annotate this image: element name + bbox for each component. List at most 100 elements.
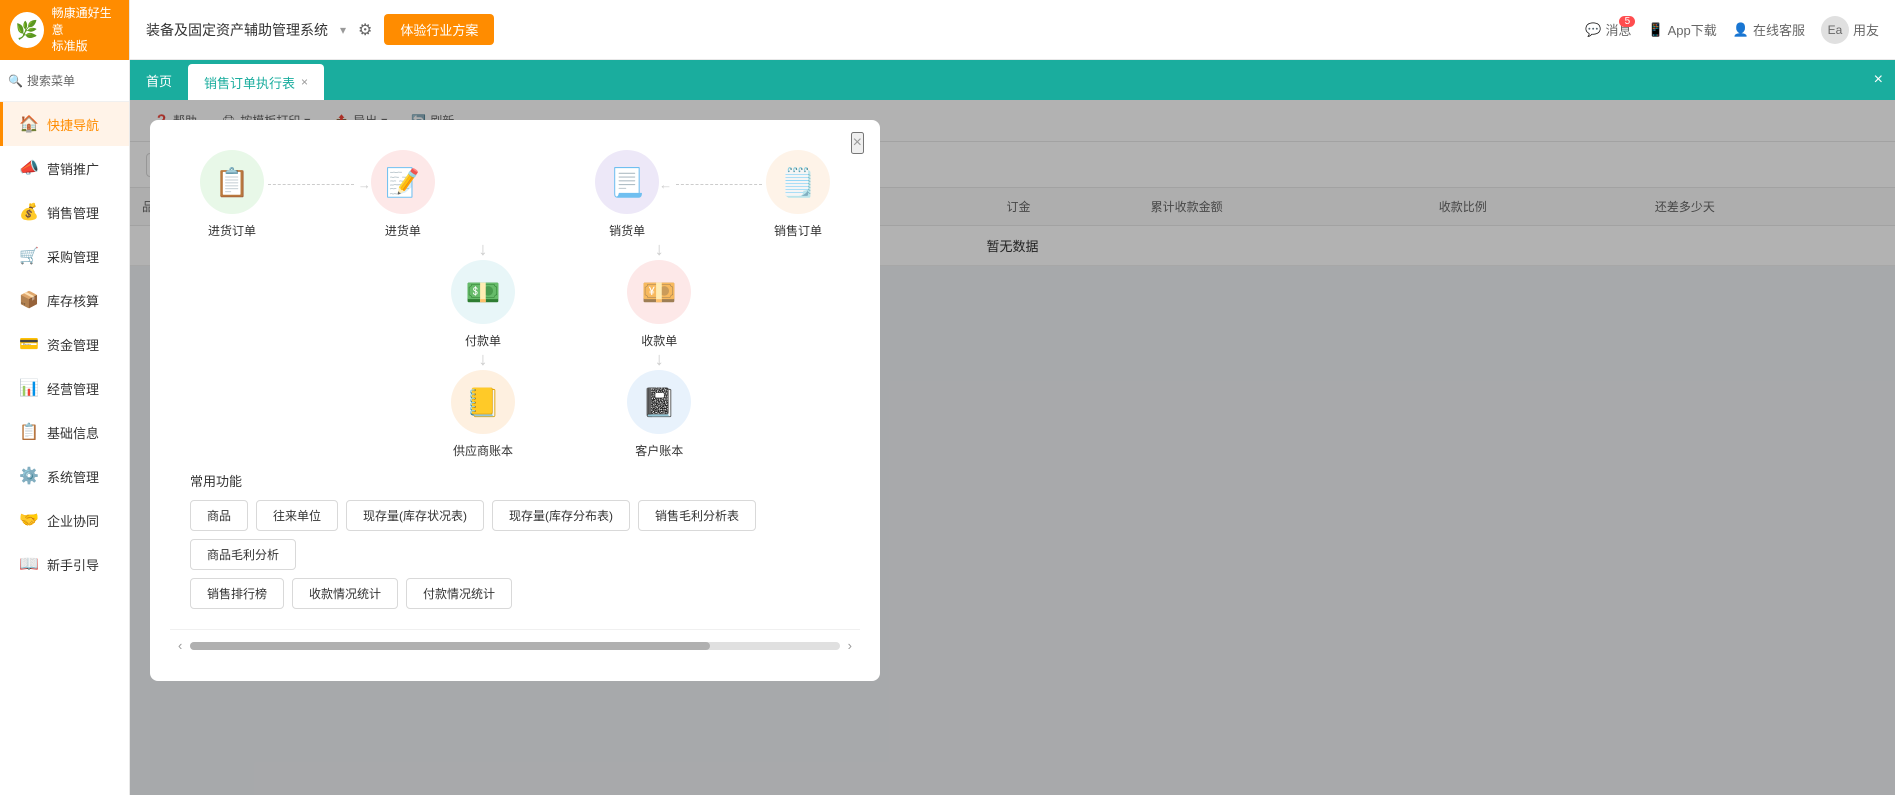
down-arrow-sales: ↓ [627,239,691,260]
home-icon: 🏠 [19,114,39,134]
sidebar-item-basic[interactable]: 📋 基础信息 [0,410,129,454]
down-arrow-payment: ↓ [451,349,515,370]
logo-icon: 🌿 [10,12,44,48]
scroll-left-icon[interactable]: ‹ [178,638,182,653]
system-icon: ⚙️ [19,466,39,486]
sidebar-item-marketing[interactable]: 📣 营销推广 [0,146,129,190]
download-icon: 📱 [1647,22,1663,38]
sidebar-item-newbie[interactable]: 📖 新手引导 [0,542,129,586]
sales-order-circle: 🗒️ [766,150,830,214]
common-functions: 常用功能 商品 往来单位 现存量(库存状况表) 现存量(库存分布表) 销售毛利分… [170,459,860,629]
func-row-1: 商品 往来单位 现存量(库存状况表) 现存量(库存分布表) 销售毛利分析表 商品… [190,500,840,570]
flow-sales-order[interactable]: 🗒️ 销售订单 [766,150,830,239]
scroll-track[interactable] [190,642,839,650]
sidebar-item-purchase[interactable]: 🛒 采购管理 [0,234,129,278]
sidebar-logo: 🌿 畅康通好生意 标准版 [0,0,129,60]
flow-row-5: 📒 供应商账本 📓 客户账本 [190,370,840,459]
scroll-thumb [190,642,709,650]
message-icon: 💬 [1585,22,1601,38]
func-btn-partners[interactable]: 往来单位 [256,500,338,531]
tab-home[interactable]: 首页 [130,60,188,100]
sidebar-item-inventory[interactable]: 📦 库存核算 [0,278,129,322]
system-title: 装备及固定资产辅助管理系统 [146,20,328,40]
flow-diagram: 📋 进货订单 → 📝 进货单 [170,140,860,459]
supplier-ledger-circle: 📒 [451,370,515,434]
func-btn-payment-stats[interactable]: 付款情况统计 [406,578,512,609]
tabs-close-all-btn[interactable]: × [1862,71,1895,89]
quick-nav-modal: × 📋 进货订单 → [150,120,880,681]
sales-icon: 💰 [19,202,39,222]
basic-icon: 📋 [19,422,39,442]
main-area: 装备及固定资产辅助管理系统 ▾ ⚙ 体验行业方案 💬 消息 5 📱 App下载 … [130,0,1895,795]
arrow-left-1: ← [659,177,766,192]
sidebar-nav: 🏠 快捷导航 📣 营销推广 💰 销售管理 🛒 采购管理 📦 库存核算 💳 [0,102,129,795]
down-arrow-receipt: ↓ [627,349,691,370]
dropdown-icon[interactable]: ▾ [340,23,346,37]
flow-purchase[interactable]: 📝 进货单 [371,150,435,239]
tab-sales-order[interactable]: 销售订单执行表 × [188,64,324,100]
sidebar-item-finance[interactable]: 💳 资金管理 [0,322,129,366]
flow-row-1: 📋 进货订单 → 📝 进货单 [190,150,840,239]
search-icon: 🔍 [8,74,23,88]
common-funcs-title: 常用功能 [190,471,840,490]
flow-sales[interactable]: 📃 销货单 [595,150,659,239]
func-btn-stock-status[interactable]: 现存量(库存状况表) [346,500,484,531]
sidebar-item-operation[interactable]: 📊 经营管理 [0,366,129,410]
user-menu[interactable]: Ea 用友 [1821,16,1879,44]
flow-supplier-ledger[interactable]: 📒 供应商账本 [451,370,515,459]
func-btn-sales-margin[interactable]: 销售毛利分析表 [638,500,756,531]
purchase-order-circle: 📋 [200,150,264,214]
purchase-circle: 📝 [371,150,435,214]
sidebar-item-corp[interactable]: 🤝 企业协同 [0,498,129,542]
search-menu-button[interactable]: 🔍 搜索菜单 [8,68,121,93]
marketing-icon: 📣 [19,158,39,178]
func-btn-stock-dist[interactable]: 现存量(库存分布表) [492,500,630,531]
tab-bar: 首页 销售订单执行表 × × [130,60,1895,100]
func-btn-goods-margin[interactable]: 商品毛利分析 [190,539,296,570]
func-btn-receipt-stats[interactable]: 收款情况统计 [292,578,398,609]
tab-close-icon[interactable]: × [301,75,308,89]
message-badge: 5 [1619,16,1635,27]
inventory-icon: 📦 [19,290,39,310]
flow-receipt[interactable]: 💴 收款单 [627,260,691,349]
avatar: Ea [1821,16,1849,44]
func-btn-sales-rank[interactable]: 销售排行榜 [190,578,284,609]
purchase-icon: 🛒 [19,246,39,266]
corp-icon: 🤝 [19,510,39,530]
flow-payment[interactable]: 💵 付款单 [451,260,515,349]
down-arrow-purchase: ↓ [451,239,515,260]
flow-row-2-arrows: ↓ ↓ [190,239,840,260]
app-download-btn[interactable]: 📱 App下载 [1647,20,1716,39]
sidebar-item-quick-nav[interactable]: 🏠 快捷导航 [0,102,129,146]
func-btn-goods[interactable]: 商品 [190,500,248,531]
scroll-right-icon[interactable]: › [848,638,852,653]
sidebar-item-system[interactable]: ⚙️ 系统管理 [0,454,129,498]
func-row-2: 销售排行榜 收款情况统计 付款情况统计 [190,578,840,609]
flow-customer-ledger[interactable]: 📓 客户账本 [627,370,691,459]
topbar-right: 💬 消息 5 📱 App下载 👤 在线客服 Ea 用友 [1585,16,1879,44]
flow-row-4-arrows: ↓ ↓ [190,349,840,370]
flow-purchase-order[interactable]: 📋 进货订单 [200,150,264,239]
sales-circle: 📃 [595,150,659,214]
settings-icon[interactable]: ⚙ [358,20,372,40]
finance-icon: 💳 [19,334,39,354]
sidebar: 🌿 畅康通好生意 标准版 🔍 搜索菜单 🏠 快捷导航 📣 营销推广 [0,0,130,795]
service-icon: 👤 [1733,22,1749,38]
logo-text: 畅康通好生意 标准版 [52,5,119,55]
customer-ledger-circle: 📓 [627,370,691,434]
receipt-circle: 💴 [627,260,691,324]
payment-circle: 💵 [451,260,515,324]
arrow-right-1: → [264,177,371,192]
modal-close-btn[interactable]: × [851,132,864,154]
online-service-btn[interactable]: 👤 在线客服 [1733,20,1805,39]
operation-icon: 📊 [19,378,39,398]
flow-row-3: 💵 付款单 💴 收款单 [190,260,840,349]
exp-btn[interactable]: 体验行业方案 [384,14,494,45]
sidebar-search-area: 🔍 搜索菜单 [0,60,129,102]
modal-scrollbar[interactable]: ‹ › [170,629,860,661]
topbar: 装备及固定资产辅助管理系统 ▾ ⚙ 体验行业方案 💬 消息 5 📱 App下载 … [130,0,1895,60]
page-content: ❓ 帮助 🖨 按模板打印 ▾ 📤 导出 ▾ 🔄 刷新 [130,100,1895,795]
message-btn[interactable]: 💬 消息 5 [1585,20,1631,39]
sidebar-item-sales[interactable]: 💰 销售管理 [0,190,129,234]
newbie-icon: 📖 [19,554,39,574]
